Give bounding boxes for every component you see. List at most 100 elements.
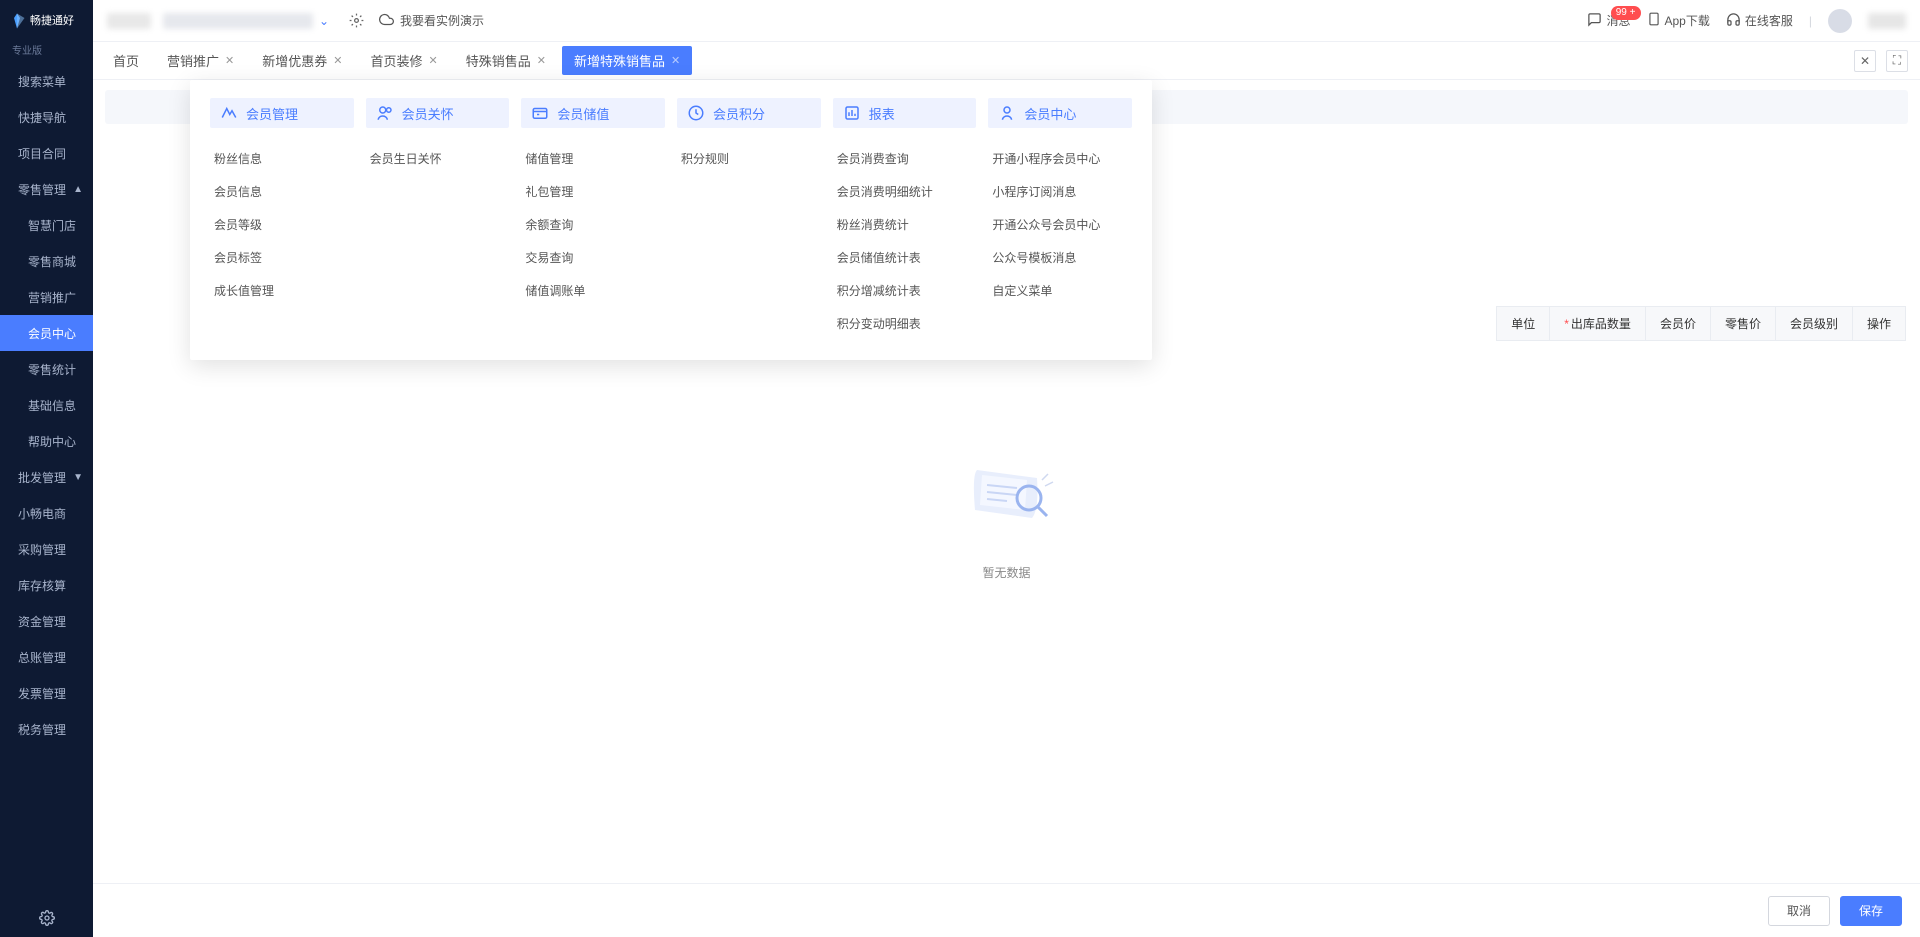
demo-link[interactable]: 我要看实例演示 (379, 12, 484, 30)
sidebar-item[interactable]: 零售商城 (0, 243, 93, 279)
org-selector[interactable]: ⌄ (163, 13, 333, 29)
sidebar-item[interactable]: 批发管理▼ (0, 459, 93, 495)
sidebar-item[interactable]: 零售管理▲ (0, 171, 93, 207)
mega-link[interactable]: 开通公众号会员中心 (988, 208, 1132, 241)
mega-link[interactable]: 会员标签 (210, 241, 354, 274)
mega-link[interactable]: 积分增减统计表 (833, 274, 977, 307)
sidebar-item-label: 零售统计 (28, 361, 76, 378)
mega-column-header[interactable]: 会员积分 (677, 98, 821, 128)
close-icon[interactable]: ✕ (671, 54, 680, 67)
mega-link[interactable]: 会员储值统计表 (833, 241, 977, 274)
tab-label: 首页装修 (370, 51, 422, 70)
mega-column-header[interactable]: 会员中心 (988, 98, 1132, 128)
close-icon[interactable]: ✕ (333, 54, 342, 67)
sidebar-item[interactable]: 总账管理 (0, 639, 93, 675)
mega-link[interactable]: 会员消费查询 (833, 142, 977, 175)
mega-column: 会员管理粉丝信息会员信息会员等级会员标签成长值管理 (204, 98, 360, 340)
mega-link[interactable]: 开通小程序会员中心 (988, 142, 1132, 175)
app-download-button[interactable]: App下载 (1647, 12, 1710, 29)
save-button[interactable]: 保存 (1840, 896, 1902, 926)
settings-button[interactable] (345, 10, 367, 32)
sidebar-item-label: 项目合同 (18, 145, 66, 162)
mega-link[interactable]: 余额查询 (521, 208, 665, 241)
messages-button[interactable]: 消息 99 + (1587, 12, 1630, 30)
mega-link[interactable]: 会员消费明细统计 (833, 175, 977, 208)
mega-link[interactable]: 会员信息 (210, 175, 354, 208)
close-icon[interactable]: ✕ (225, 54, 234, 67)
sidebar-item-label: 快捷导航 (18, 109, 66, 126)
chevron-down-icon: ⌄ (319, 14, 329, 28)
mega-link[interactable]: 积分变动明细表 (833, 307, 977, 340)
sidebar-item[interactable]: 零售统计 (0, 351, 93, 387)
mega-header-icon (998, 104, 1016, 122)
sidebar-item[interactable]: 会员中心 (0, 315, 93, 351)
mega-header-icon (843, 104, 861, 122)
mega-column: 报表会员消费查询会员消费明细统计粉丝消费统计会员储值统计表积分增减统计表积分变动… (827, 98, 983, 340)
tab-label: 新增优惠券 (262, 51, 327, 70)
mega-header-icon (376, 104, 394, 122)
table-header-cell: 会员价 (1646, 306, 1711, 341)
mega-header-label: 会员积分 (713, 104, 765, 123)
sidebar-item-label: 税务管理 (18, 721, 66, 738)
mega-column-header[interactable]: 会员管理 (210, 98, 354, 128)
tab[interactable]: 首页装修 ✕ (356, 42, 451, 79)
avatar[interactable] (1828, 9, 1852, 33)
close-icon[interactable]: ✕ (429, 54, 438, 67)
mega-link[interactable]: 粉丝信息 (210, 142, 354, 175)
fullscreen-button[interactable]: ⛶ (1886, 50, 1908, 72)
mega-header-icon (687, 104, 705, 122)
mega-column-header[interactable]: 报表 (833, 98, 977, 128)
mega-column-header[interactable]: 会员关怀 (366, 98, 510, 128)
mega-link[interactable]: 积分规则 (677, 142, 821, 175)
cancel-button[interactable]: 取消 (1768, 896, 1830, 926)
tab-label: 特殊销售品 (466, 51, 531, 70)
mega-link[interactable]: 公众号模板消息 (988, 241, 1132, 274)
close-tab-button[interactable]: ✕ (1854, 50, 1876, 72)
tab-label: 新增特殊销售品 (574, 51, 665, 70)
mega-link[interactable]: 小程序订阅消息 (988, 175, 1132, 208)
mega-link[interactable]: 礼包管理 (521, 175, 665, 208)
sidebar-item[interactable]: 小畅电商 (0, 495, 93, 531)
sidebar-item[interactable]: 库存核算 (0, 567, 93, 603)
mega-link[interactable]: 粉丝消费统计 (833, 208, 977, 241)
brand-name: 畅捷通好 (30, 16, 74, 27)
sidebar-item[interactable]: 基础信息 (0, 387, 93, 423)
mega-link[interactable]: 储值管理 (521, 142, 665, 175)
mega-link[interactable]: 储值调账单 (521, 274, 665, 307)
mega-link[interactable]: 成长值管理 (210, 274, 354, 307)
sidebar-item[interactable]: 项目合同 (0, 135, 93, 171)
tab[interactable]: 营销推广✕ (153, 42, 248, 79)
sidebar-item[interactable]: 资金管理 (0, 603, 93, 639)
mega-header-label: 会员储值 (557, 104, 609, 123)
tab[interactable]: 新增优惠券 ✕ (248, 42, 356, 79)
table-header-label: 出库品数量 (1571, 317, 1631, 331)
sidebar-item[interactable]: 税务管理 (0, 711, 93, 747)
close-icon[interactable]: ✕ (537, 54, 546, 67)
sidebar-settings[interactable] (0, 901, 93, 937)
sidebar-item-label: 发票管理 (18, 685, 66, 702)
tab[interactable]: 新增特殊销售品 ✕ (562, 46, 692, 75)
sidebar-item[interactable]: 营销推广 (0, 279, 93, 315)
mega-link[interactable]: 交易查询 (521, 241, 665, 274)
org-name-blurred (163, 13, 313, 29)
mega-column: 会员储值储值管理礼包管理余额查询交易查询储值调账单 (515, 98, 671, 340)
sidebar-item[interactable]: 采购管理 (0, 531, 93, 567)
sidebar-item[interactable]: 搜索菜单 (0, 63, 93, 99)
mega-column-header[interactable]: 会员储值 (521, 98, 665, 128)
empty-illustration (947, 450, 1067, 550)
sidebar-item[interactable]: 发票管理 (0, 675, 93, 711)
sidebar-item[interactable]: 快捷导航 (0, 99, 93, 135)
support-button[interactable]: 在线客服 (1726, 12, 1793, 30)
sidebar-item[interactable]: 智慧门店 (0, 207, 93, 243)
sidebar-item[interactable]: 帮助中心 (0, 423, 93, 459)
footer-actions: 取消 保存 (93, 883, 1920, 937)
messages-badge: 99 + (1611, 6, 1641, 20)
table-header-label: 零售价 (1725, 317, 1761, 331)
mega-link[interactable]: 自定义菜单 (988, 274, 1132, 307)
tab[interactable]: 首页 (99, 42, 153, 79)
mega-column: 会员关怀会员生日关怀 (360, 98, 516, 340)
mega-link[interactable]: 会员等级 (210, 208, 354, 241)
mega-link[interactable]: 会员生日关怀 (366, 142, 510, 175)
tab[interactable]: 特殊销售品 ✕ (452, 42, 560, 79)
mega-header-label: 会员管理 (246, 104, 298, 123)
